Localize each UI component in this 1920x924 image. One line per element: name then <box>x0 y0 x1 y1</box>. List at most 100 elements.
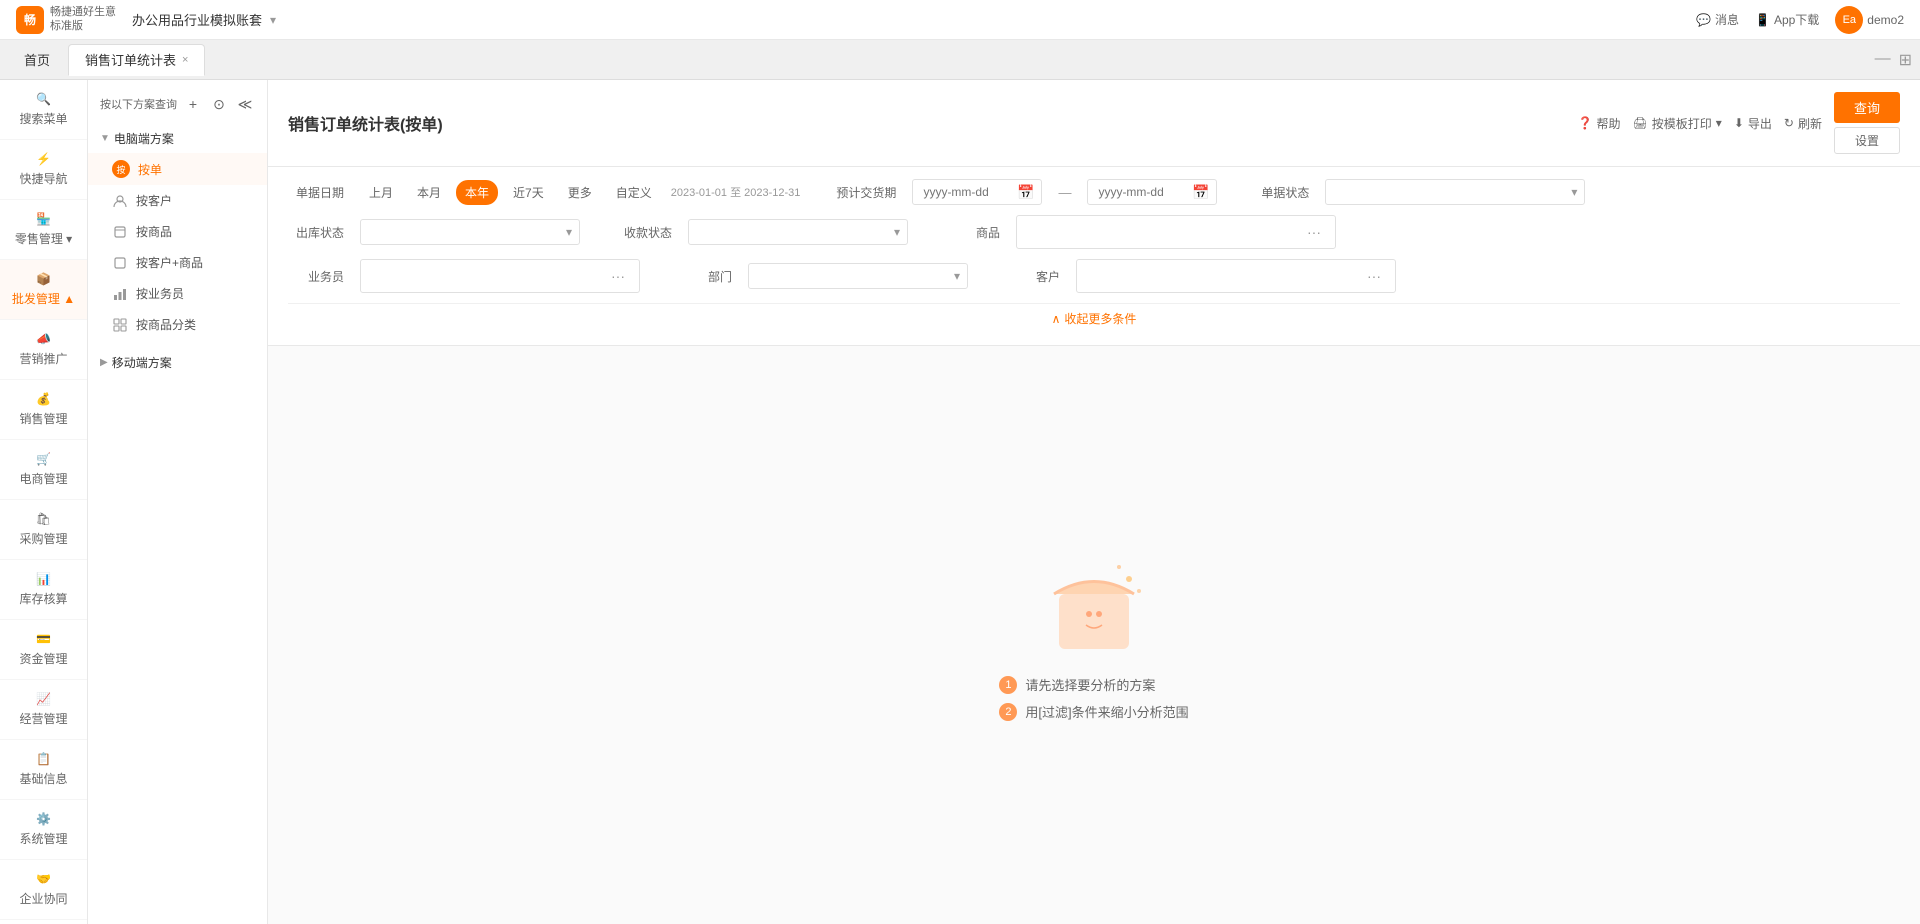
scheme-collapse-btn[interactable]: ≪ <box>235 94 255 114</box>
bill-status-label: 单据状态 <box>1253 184 1309 201</box>
hint-number-1: 1 <box>999 676 1017 694</box>
sidebar-item-inventory[interactable]: 📊 库存核算 <box>0 560 87 620</box>
export-btn[interactable]: ⬇ 导出 <box>1734 115 1772 132</box>
empty-hint-1: 1 请先选择要分析的方案 <box>999 675 1188 694</box>
settings-btn[interactable]: 设置 <box>1834 127 1900 154</box>
sidebar-item-retail[interactable]: 🏪 零售管理 ▾ <box>0 200 87 260</box>
retail-icon: 🏪 <box>36 212 51 226</box>
user-area[interactable]: Ea demo2 <box>1835 6 1904 34</box>
scheme-item-by-order[interactable]: 按 按单 <box>88 153 267 185</box>
sidebar-item-finance[interactable]: 💳 资金管理 <box>0 620 87 680</box>
date-shortcut-custom[interactable]: 自定义 <box>607 180 661 205</box>
sidebar-item-operations[interactable]: 📈 经营管理 <box>0 680 87 740</box>
date-shortcut-last7days[interactable]: 近7天 <box>504 180 553 205</box>
empty-hints: 1 请先选择要分析的方案 2 用[过滤]条件来缩小分析范围 <box>999 675 1188 721</box>
help-icon: ❓ <box>1578 116 1593 130</box>
by-category-icon <box>112 317 128 333</box>
sidebar-item-system[interactable]: ⚙️ 系统管理 <box>0 800 87 860</box>
scheme-item-by-salesperson[interactable]: 按业务员 <box>88 278 267 309</box>
scheme-panel-tools: + ⊙ ≪ <box>183 94 255 114</box>
top-bar: 畅 畅捷通好生意 标准版 办公用品行业模拟账套 ▾ 💬 消息 📱 App下载 E… <box>0 0 1920 40</box>
payment-status-select[interactable] <box>688 219 908 245</box>
bill-status-select[interactable] <box>1325 179 1585 205</box>
top-bar-right: 💬 消息 📱 App下载 Ea demo2 <box>1696 6 1904 34</box>
by-goods-icon <box>112 224 128 240</box>
scheme-settings-btn[interactable]: ⊙ <box>209 94 229 114</box>
date-shortcut-more[interactable]: 更多 <box>559 180 601 205</box>
sidebar-item-guide[interactable]: 🆕 新手引导 <box>0 920 87 924</box>
filter-row-2: 出库状态 ▾ 收款状态 ▾ 商品 <box>288 215 1900 249</box>
scheme-item-by-customer-goods[interactable]: 按客户+商品 <box>88 247 267 278</box>
goods-input[interactable] <box>1025 220 1301 244</box>
salesperson-input[interactable] <box>369 264 605 288</box>
bill-status-wrap: ▾ <box>1325 179 1585 205</box>
page-title: 销售订单统计表(按单) <box>288 111 443 135</box>
sidebar-item-basic-info[interactable]: 📋 基础信息 <box>0 740 87 800</box>
tab-close-btn[interactable]: × <box>182 54 188 66</box>
expected-date-end[interactable] <box>1087 179 1217 205</box>
sidebar-item-marketing[interactable]: 📣 营销推广 <box>0 320 87 380</box>
scheme-item-by-category[interactable]: 按商品分类 <box>88 309 267 340</box>
payment-status-label: 收款状态 <box>616 224 672 241</box>
bill-date-label: 单据日期 <box>288 184 344 201</box>
date-shortcut-this-year[interactable]: 本年 <box>456 180 498 205</box>
title-dropdown-arrow[interactable]: ▾ <box>270 13 276 27</box>
tab-home[interactable]: 首页 <box>8 44 66 76</box>
by-customer-goods-icon <box>112 255 128 271</box>
sidebar-item-wholesale[interactable]: 📦 批发管理 ▲ <box>0 260 87 320</box>
expected-date-end-wrap: 📅 <box>1087 179 1217 205</box>
scheme-panel-header: 按以下方案查询 + ⊙ ≪ <box>88 88 267 120</box>
marketing-icon: 📣 <box>36 332 51 346</box>
page-header: 销售订单统计表(按单) ❓ 帮助 🖨 按模板打印 ▾ ⬇ 导出 <box>268 80 1920 167</box>
app-download-btn[interactable]: 📱 App下载 <box>1755 11 1819 28</box>
expected-date-start[interactable] <box>912 179 1042 205</box>
scheme-section-header-pc[interactable]: ▼ 电脑端方案 <box>88 124 267 153</box>
logo-area: 畅 畅捷通好生意 标准版 <box>16 6 116 34</box>
expected-date-start-wrap: 📅 <box>912 179 1042 205</box>
by-order-icon: 按 <box>112 160 130 178</box>
by-salesperson-icon <box>112 286 128 302</box>
sidebar-item-quick-nav[interactable]: ⚡ 快捷导航 <box>0 140 87 200</box>
collapse-btn[interactable]: ∧ 收起更多条件 <box>288 303 1900 333</box>
print-icon: 🖨 <box>1633 116 1648 130</box>
pc-section-arrow: ▼ <box>100 133 110 144</box>
logo-text: 畅捷通好生意 标准版 <box>50 6 116 32</box>
department-select[interactable] <box>748 263 968 289</box>
tab-expand-btn[interactable]: ⊞ <box>1899 50 1912 70</box>
message-btn[interactable]: 💬 消息 <box>1696 11 1739 28</box>
date-shortcut-last-month[interactable]: 上月 <box>360 180 402 205</box>
delivery-status-select[interactable] <box>360 219 580 245</box>
date-shortcut-this-month[interactable]: 本月 <box>408 180 450 205</box>
purchase-icon: 🛍 <box>36 512 51 526</box>
sidebar-item-sales[interactable]: 💰 销售管理 <box>0 380 87 440</box>
goods-more-btn[interactable]: ··· <box>1301 222 1327 242</box>
empty-hint-2: 2 用[过滤]条件来缩小分析范围 <box>999 702 1188 721</box>
scheme-add-btn[interactable]: + <box>183 94 203 114</box>
hint-number-2: 2 <box>999 703 1017 721</box>
template-print-btn[interactable]: 🖨 按模板打印 ▾ <box>1633 115 1722 132</box>
expected-date-label: 预计交货期 <box>836 184 896 201</box>
tab-active[interactable]: 销售订单统计表 × <box>68 44 205 76</box>
sidebar-item-enterprise[interactable]: 🤝 企业协同 <box>0 860 87 920</box>
sidebar-item-ecommerce[interactable]: 🛒 电商管理 <box>0 440 87 500</box>
help-btn[interactable]: ❓ 帮助 <box>1578 115 1621 132</box>
scheme-item-by-customer[interactable]: 按客户 <box>88 185 267 216</box>
scheme-item-by-goods[interactable]: 按商品 <box>88 216 267 247</box>
department-wrap: ▾ <box>748 263 968 289</box>
scheme-panel: 按以下方案查询 + ⊙ ≪ ▼ 电脑端方案 <box>88 80 268 924</box>
customer-input[interactable] <box>1085 264 1361 288</box>
salesperson-more-btn[interactable]: ··· <box>605 266 631 286</box>
download-icon: 📱 <box>1755 13 1770 27</box>
sidebar-item-purchase[interactable]: 🛍 采购管理 <box>0 500 87 560</box>
sidebar-item-search-menu[interactable]: 🔍 搜索菜单 <box>0 80 87 140</box>
customer-more-btn[interactable]: ··· <box>1361 266 1387 286</box>
query-btn[interactable]: 查询 <box>1834 92 1900 123</box>
tab-minimize-btn[interactable]: — <box>1875 50 1891 70</box>
scheme-section-header-mobile[interactable]: ▶ 移动端方案 <box>88 348 267 377</box>
refresh-btn[interactable]: ↻ 刷新 <box>1784 115 1822 132</box>
delivery-status-wrap: ▾ <box>360 219 580 245</box>
filter-area: 单据日期 上月 本月 本年 近7天 更多 自定义 2023-01-01 至 20… <box>268 167 1920 346</box>
operations-icon: 📈 <box>36 692 51 706</box>
scheme-section-pc: ▼ 电脑端方案 按 按单 按客户 <box>88 120 267 344</box>
user-avatar: Ea <box>1835 6 1863 34</box>
